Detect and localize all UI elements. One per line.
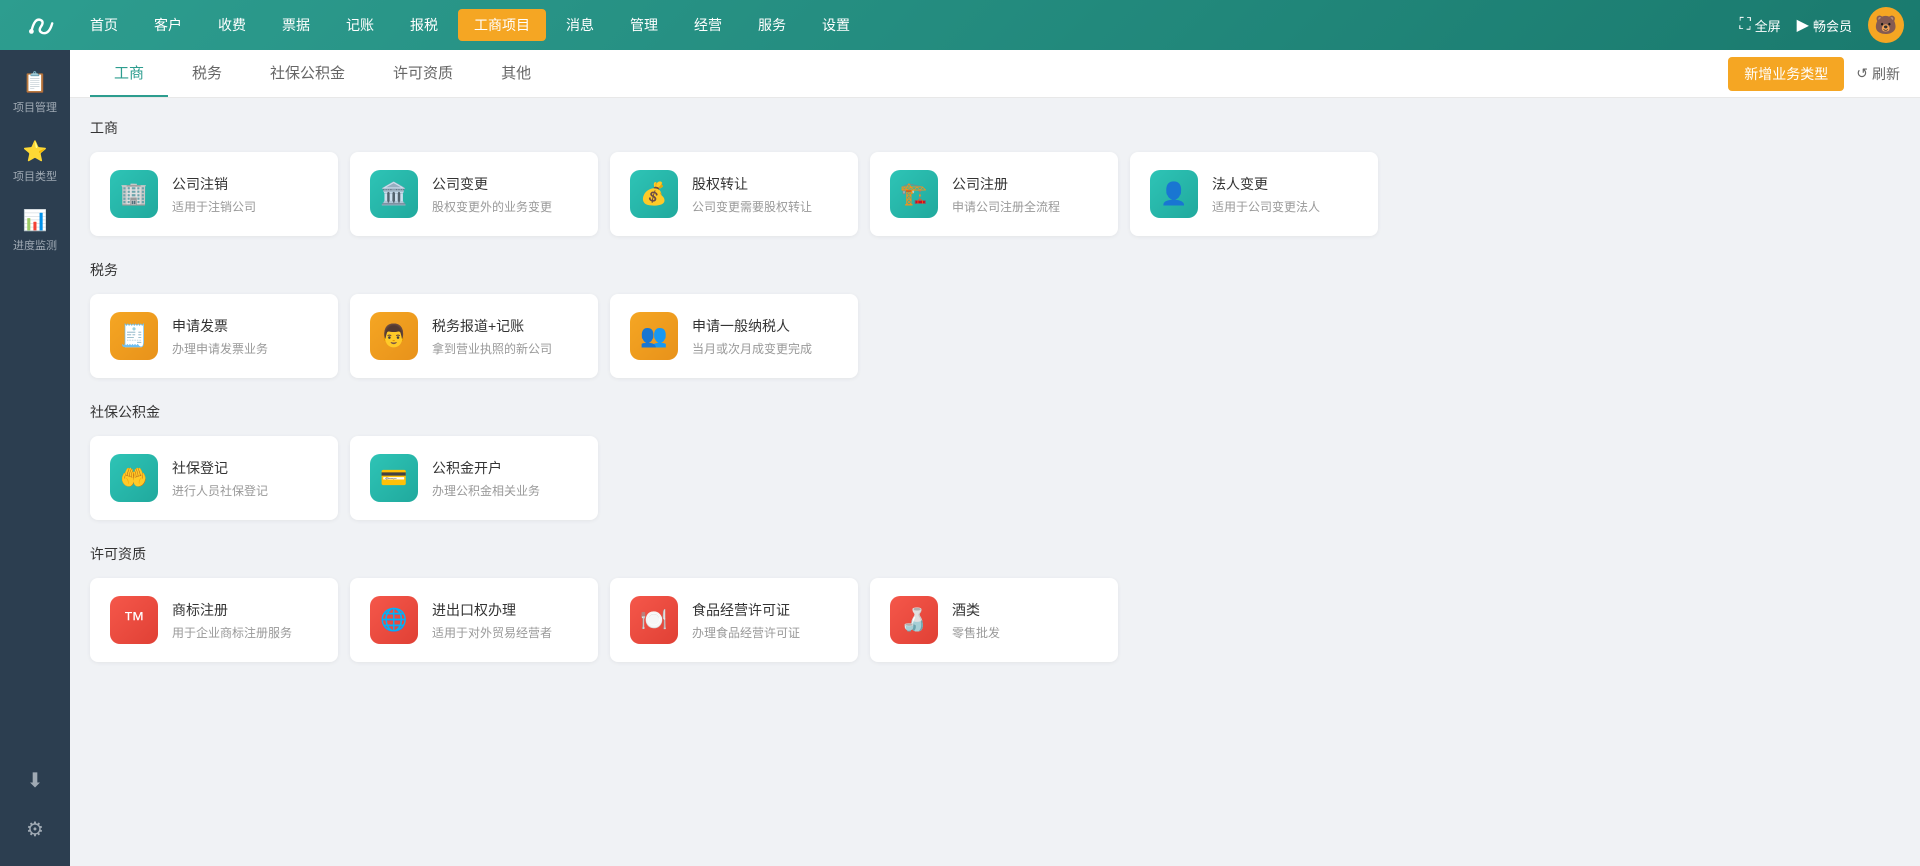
tab-list: 工商 税务 社保公积金 许可资质 其他	[90, 50, 1728, 97]
tab-gongshang[interactable]: 工商	[90, 50, 168, 97]
section-shuiwu-title: 税务	[90, 260, 1900, 280]
card-legal-change[interactable]: 👤 法人变更 适用于公司变更法人	[1130, 152, 1378, 236]
user-avatar[interactable]: 🐻	[1868, 7, 1904, 43]
alcohol-icon: 🍶	[890, 596, 938, 644]
card-food-license[interactable]: 🍽️ 食品经营许可证 办理食品经营许可证	[610, 578, 858, 662]
housing-fund-icon: 💳	[370, 454, 418, 502]
cards-grid-shuiwu: 🧾 申请发票 办理申请发票业务 👨 税务报道+记账 拿到营业执照的新公司	[90, 294, 1900, 378]
tab-xuke[interactable]: 许可资质	[369, 50, 477, 97]
card-text-food-license: 食品经营许可证 办理食品经营许可证	[692, 600, 800, 641]
card-tax-report[interactable]: 👨 税务报道+记账 拿到营业执照的新公司	[350, 294, 598, 378]
tab-bar: 工商 税务 社保公积金 许可资质 其他 新增业务类型 ↺ 刷新	[70, 50, 1920, 98]
left-sidebar: 📋 项目管理 ⭐ 项目类型 📊 进度监测 ⬇ ⚙	[0, 50, 70, 866]
card-text-equity-transfer: 股权转让 公司变更需要股权转让	[692, 174, 812, 215]
progress-monitor-icon: 📊	[23, 208, 48, 233]
nav-settings[interactable]: 设置	[806, 9, 866, 41]
tab-shuiwu[interactable]: 税务	[168, 50, 246, 97]
card-text-general-taxpayer: 申请一般纳税人 当月或次月成变更完成	[692, 316, 812, 357]
nav-operation[interactable]: 经营	[678, 9, 738, 41]
scroll-content[interactable]: 工商 🏢 公司注销 适用于注销公司 🏛️ 公司变更 股权变更外的业务变更	[70, 98, 1920, 866]
card-equity-transfer[interactable]: 💰 股权转让 公司变更需要股权转让	[610, 152, 858, 236]
section-shebao-title: 社保公积金	[90, 402, 1900, 422]
settings-icon[interactable]: ⚙	[18, 809, 52, 850]
import-export-icon: 🌐	[370, 596, 418, 644]
top-navigation: 首页 客户 收费 票据 记账 报税 工商项目 消息 管理 经营 服务 设置 ⛶ …	[0, 0, 1920, 50]
sidebar-item-progress-monitor[interactable]: 📊 进度监测	[0, 196, 70, 265]
refresh-icon: ↺	[1856, 65, 1868, 82]
card-apply-invoice[interactable]: 🧾 申请发票 办理申请发票业务	[90, 294, 338, 378]
card-text-housing-fund: 公积金开户 办理公积金相关业务	[432, 458, 540, 499]
card-text-trademark: 商标注册 用于企业商标注册服务	[172, 600, 292, 641]
food-license-icon: 🍽️	[630, 596, 678, 644]
tab-shebao[interactable]: 社保公积金	[246, 50, 369, 97]
cards-grid-gongshang: 🏢 公司注销 适用于注销公司 🏛️ 公司变更 股权变更外的业务变更	[90, 152, 1900, 236]
project-management-icon: 📋	[23, 70, 48, 95]
card-company-cancel[interactable]: 🏢 公司注销 适用于注销公司	[90, 152, 338, 236]
card-trademark[interactable]: ™ 商标注册 用于企业商标注册服务	[90, 578, 338, 662]
nav-right: ⛶ 全屏 ▶ 畅会员 🐻	[1739, 7, 1904, 43]
cards-grid-shebao: 🤲 社保登记 进行人员社保登记 💳 公积金开户 办理公积金相关业务	[90, 436, 1900, 520]
company-cancel-icon: 🏢	[110, 170, 158, 218]
card-company-change[interactable]: 🏛️ 公司变更 股权变更外的业务变更	[350, 152, 598, 236]
card-text-apply-invoice: 申请发票 办理申请发票业务	[172, 316, 268, 357]
section-gongshang: 工商 🏢 公司注销 适用于注销公司 🏛️ 公司变更 股权变更外的业务变更	[90, 118, 1900, 236]
nav-message[interactable]: 消息	[550, 9, 610, 41]
card-text-social-security: 社保登记 进行人员社保登记	[172, 458, 268, 499]
cards-grid-xuke: ™ 商标注册 用于企业商标注册服务 🌐 进出口权办理 适用于对外贸易经营者	[90, 578, 1900, 662]
sidebar-item-project-management[interactable]: 📋 项目管理	[0, 58, 70, 127]
card-text-company-register: 公司注册 申请公司注册全流程	[952, 174, 1060, 215]
card-text-tax-report: 税务报道+记账 拿到营业执照的新公司	[432, 316, 552, 357]
legal-change-icon: 👤	[1150, 170, 1198, 218]
project-type-icon: ⭐	[23, 139, 48, 164]
section-gongshang-title: 工商	[90, 118, 1900, 138]
download-icon[interactable]: ⬇	[19, 760, 52, 801]
nav-bizproject[interactable]: 工商项目	[458, 9, 546, 41]
vip-button[interactable]: ▶ 畅会员	[1797, 15, 1852, 35]
social-security-icon: 🤲	[110, 454, 158, 502]
nav-manage[interactable]: 管理	[614, 9, 674, 41]
card-text-company-change: 公司变更 股权变更外的业务变更	[432, 174, 552, 215]
nav-service[interactable]: 服务	[742, 9, 802, 41]
nav-items: 首页 客户 收费 票据 记账 报税 工商项目 消息 管理 经营 服务 设置	[74, 9, 1739, 41]
card-social-security[interactable]: 🤲 社保登记 进行人员社保登记	[90, 436, 338, 520]
section-shebao: 社保公积金 🤲 社保登记 进行人员社保登记 💳 公积金开户 办理公积金相关	[90, 402, 1900, 520]
card-text-alcohol: 酒类 零售批发	[952, 600, 1000, 641]
logo	[16, 9, 66, 41]
company-register-icon: 🏗️	[890, 170, 938, 218]
content-area: 工商 税务 社保公积金 许可资质 其他 新增业务类型 ↺ 刷新 工商	[70, 50, 1920, 866]
card-company-register[interactable]: 🏗️ 公司注册 申请公司注册全流程	[870, 152, 1118, 236]
sidebar-bottom: ⬇ ⚙	[18, 760, 52, 866]
nav-fee[interactable]: 收费	[202, 9, 262, 41]
nav-client[interactable]: 客户	[138, 9, 198, 41]
tab-other[interactable]: 其他	[477, 50, 555, 97]
card-text-legal-change: 法人变更 适用于公司变更法人	[1212, 174, 1320, 215]
card-housing-fund[interactable]: 💳 公积金开户 办理公积金相关业务	[350, 436, 598, 520]
add-type-button[interactable]: 新增业务类型	[1728, 57, 1844, 91]
card-text-company-cancel: 公司注销 适用于注销公司	[172, 174, 256, 215]
card-general-taxpayer[interactable]: 👥 申请一般纳税人 当月或次月成变更完成	[610, 294, 858, 378]
main-layout: 📋 项目管理 ⭐ 项目类型 📊 进度监测 ⬇ ⚙ 工商 税务 社保公积金 许可资…	[0, 50, 1920, 866]
nav-bill[interactable]: 票据	[266, 9, 326, 41]
tab-actions: 新增业务类型 ↺ 刷新	[1728, 57, 1900, 91]
fullscreen-button[interactable]: ⛶ 全屏	[1739, 16, 1780, 35]
sidebar-item-project-type[interactable]: ⭐ 项目类型	[0, 127, 70, 196]
card-alcohol[interactable]: 🍶 酒类 零售批发	[870, 578, 1118, 662]
section-xuke-title: 许可资质	[90, 544, 1900, 564]
company-change-icon: 🏛️	[370, 170, 418, 218]
general-taxpayer-icon: 👥	[630, 312, 678, 360]
trademark-icon: ™	[110, 596, 158, 644]
section-shuiwu: 税务 🧾 申请发票 办理申请发票业务 👨 税务报道+记账 拿到营业执照的新	[90, 260, 1900, 378]
equity-transfer-icon: 💰	[630, 170, 678, 218]
nav-home[interactable]: 首页	[74, 9, 134, 41]
card-import-export[interactable]: 🌐 进出口权办理 适用于对外贸易经营者	[350, 578, 598, 662]
apply-invoice-icon: 🧾	[110, 312, 158, 360]
nav-tax[interactable]: 报税	[394, 9, 454, 41]
card-text-import-export: 进出口权办理 适用于对外贸易经营者	[432, 600, 552, 641]
nav-accounting[interactable]: 记账	[330, 9, 390, 41]
section-xuke: 许可资质 ™ 商标注册 用于企业商标注册服务 🌐 进出口权办理 适用于对外贸	[90, 544, 1900, 662]
refresh-button[interactable]: ↺ 刷新	[1856, 64, 1900, 84]
tax-report-icon: 👨	[370, 312, 418, 360]
